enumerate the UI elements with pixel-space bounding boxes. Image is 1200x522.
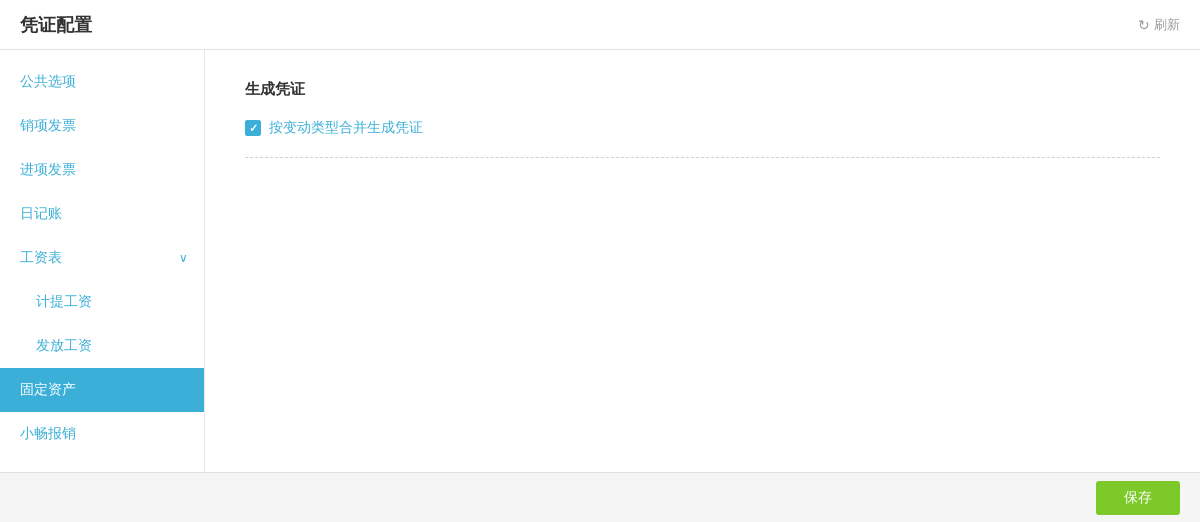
section-divider	[245, 157, 1160, 158]
sidebar-item-pay-salary[interactable]: 发放工资	[0, 324, 204, 368]
page-footer: 保存	[0, 472, 1200, 522]
sidebar-item-sales-invoice[interactable]: 销项发票	[0, 104, 204, 148]
sidebar-item-public[interactable]: 公共选项	[0, 60, 204, 104]
chevron-down-icon: ∨	[179, 251, 188, 265]
sidebar-item-label: 发放工资	[36, 337, 92, 355]
sidebar-item-label: 日记账	[20, 205, 62, 223]
sidebar-item-label: 公共选项	[20, 73, 76, 91]
main-layout: 公共选项 销项发票 进项发票 日记账 工资表 ∨ 计提工资 发放工资 固定资产 …	[0, 50, 1200, 472]
sidebar-item-label: 固定资产	[20, 381, 76, 399]
refresh-icon: ↻	[1138, 17, 1150, 33]
refresh-label: 刷新	[1154, 16, 1180, 34]
sidebar-item-fixed-assets[interactable]: 固定资产	[0, 368, 204, 412]
page-title: 凭证配置	[20, 13, 92, 37]
section-title: 生成凭证	[245, 80, 1160, 99]
save-button[interactable]: 保存	[1096, 481, 1180, 515]
refresh-button[interactable]: ↻ 刷新	[1138, 16, 1180, 34]
content-area: 生成凭证 按变动类型合并生成凭证	[205, 50, 1200, 472]
sidebar-item-expense[interactable]: 小畅报销	[0, 412, 204, 456]
sidebar-item-label: 小畅报销	[20, 425, 76, 443]
sidebar-item-journal[interactable]: 日记账	[0, 192, 204, 236]
sidebar-item-payroll[interactable]: 工资表 ∨	[0, 236, 204, 280]
sidebar-item-label: 进项发票	[20, 161, 76, 179]
sidebar-item-label: 计提工资	[36, 293, 92, 311]
sidebar: 公共选项 销项发票 进项发票 日记账 工资表 ∨ 计提工资 发放工资 固定资产 …	[0, 50, 205, 472]
sidebar-item-purchase-invoice[interactable]: 进项发票	[0, 148, 204, 192]
sidebar-item-calc-salary[interactable]: 计提工资	[0, 280, 204, 324]
checkbox-row: 按变动类型合并生成凭证	[245, 119, 1160, 137]
page-header: 凭证配置 ↻ 刷新	[0, 0, 1200, 50]
merge-voucher-checkbox[interactable]	[245, 120, 261, 136]
sidebar-item-label: 销项发票	[20, 117, 76, 135]
checkbox-label[interactable]: 按变动类型合并生成凭证	[269, 119, 423, 137]
sidebar-item-label: 工资表	[20, 249, 62, 267]
